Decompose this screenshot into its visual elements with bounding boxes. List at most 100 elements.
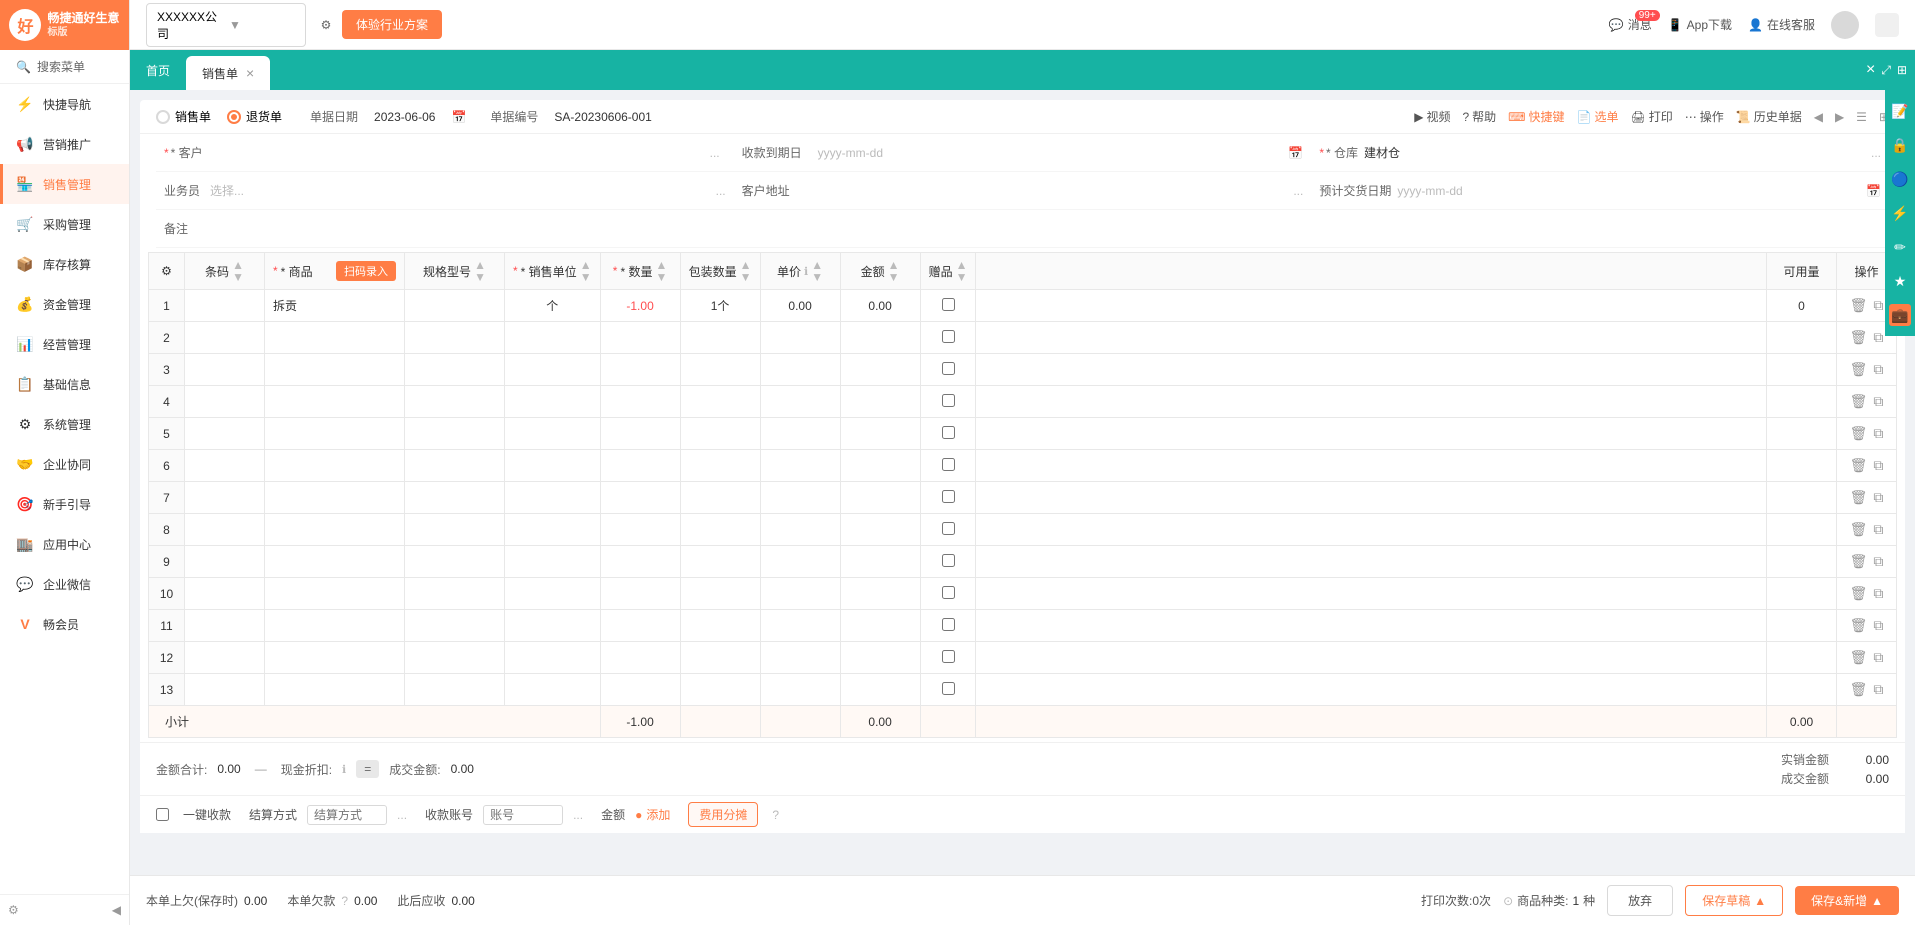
tab-sales-order[interactable]: 销售单 × (186, 56, 270, 90)
row-gift[interactable] (920, 674, 976, 706)
right-panel-icon-2[interactable]: 🔒 (1889, 134, 1911, 156)
row-qty[interactable] (600, 450, 680, 482)
tab-home[interactable]: 首页 (130, 50, 186, 90)
row-spec[interactable] (405, 386, 505, 418)
row-barcode[interactable] (185, 418, 265, 450)
notification-btn[interactable]: 💬 消息 99+ (1609, 16, 1652, 33)
row-qty[interactable] (600, 674, 680, 706)
row-gift[interactable] (920, 642, 976, 674)
customer-dots[interactable]: ... (710, 146, 720, 160)
copy-row-icon[interactable]: ⧉ (1873, 617, 1883, 634)
salesperson-field[interactable]: 业务员 选择... ... (156, 172, 734, 210)
row-barcode[interactable] (185, 642, 265, 674)
row-price[interactable] (760, 514, 840, 546)
toolbar-shortcut[interactable]: ⌨ 快捷键 (1508, 108, 1564, 125)
sidebar-item-quick-nav[interactable]: ⚡ 快捷导航 (0, 84, 129, 124)
row-spec[interactable] (405, 546, 505, 578)
delete-row-icon[interactable]: 🗑 (1850, 489, 1868, 506)
gift-checkbox[interactable] (942, 298, 955, 311)
save-draft-btn[interactable]: 保存草稿 ▲ (1685, 885, 1783, 916)
row-qty[interactable] (600, 354, 680, 386)
try-industry-btn[interactable]: 体验行业方案 (342, 10, 442, 39)
row-barcode[interactable] (185, 578, 265, 610)
toolbar-video[interactable]: ▶ 视频 (1414, 108, 1450, 125)
row-gift[interactable] (920, 546, 976, 578)
right-panel-icon-4[interactable]: ⚡ (1889, 202, 1911, 224)
copy-row-icon[interactable]: ⧉ (1873, 457, 1883, 474)
sidebar-item-basic[interactable]: 📋 基础信息 (0, 364, 129, 404)
delete-row-icon[interactable]: 🗑 (1850, 361, 1868, 378)
row-spec[interactable] (405, 322, 505, 354)
row-barcode[interactable] (185, 386, 265, 418)
gift-checkbox[interactable] (942, 682, 955, 695)
row-gift[interactable] (920, 610, 976, 642)
online-service-btn[interactable]: 👤 在线客服 (1748, 16, 1815, 33)
gift-checkbox[interactable] (942, 618, 955, 631)
copy-row-icon[interactable]: ⧉ (1873, 585, 1883, 602)
sidebar-item-finance[interactable]: 💰 资金管理 (0, 284, 129, 324)
sidebar-item-inventory[interactable]: 📦 库存核算 (0, 244, 129, 284)
row-product[interactable] (265, 386, 405, 418)
nav-next-icon[interactable]: ▶ (1835, 110, 1844, 124)
delivery-date-field[interactable]: 预计交货日期 yyyy-mm-dd 📅 (1311, 172, 1889, 210)
copy-row-icon[interactable]: ⧉ (1873, 297, 1883, 314)
row-amount[interactable] (840, 514, 920, 546)
row-qty[interactable] (600, 482, 680, 514)
gift-checkbox[interactable] (942, 394, 955, 407)
row-price[interactable]: 0.00 (760, 290, 840, 322)
user-avatar[interactable] (1831, 11, 1859, 39)
delete-row-icon[interactable]: 🗑 (1850, 617, 1868, 634)
row-unit[interactable] (505, 482, 601, 514)
delete-row-icon[interactable]: 🗑 (1850, 681, 1868, 698)
customer-address-field[interactable]: 客户地址 ... (734, 172, 1312, 210)
delete-row-icon[interactable]: 🗑 (1850, 553, 1868, 570)
row-unit[interactable] (505, 642, 601, 674)
sidebar-item-operation[interactable]: 📊 经营管理 (0, 324, 129, 364)
copy-row-icon[interactable]: ⧉ (1873, 361, 1883, 378)
row-pack-qty[interactable] (680, 546, 760, 578)
row-unit[interactable] (505, 322, 601, 354)
row-qty[interactable] (600, 386, 680, 418)
header-gear-icon[interactable]: ⚙ (316, 15, 336, 35)
row-qty[interactable] (600, 514, 680, 546)
row-barcode[interactable] (185, 674, 265, 706)
add-payment-btn[interactable]: ● 添加 (635, 806, 670, 823)
right-panel-icon-3[interactable]: 🔵 (1889, 168, 1911, 190)
address-dots[interactable]: ... (1293, 184, 1303, 198)
cash-discount-info-icon[interactable]: ℹ (342, 763, 346, 776)
delivery-calendar-icon[interactable]: 📅 (1866, 184, 1881, 198)
row-amount[interactable] (840, 418, 920, 450)
row-pack-qty[interactable] (680, 514, 760, 546)
row-amount[interactable] (840, 322, 920, 354)
delete-row-icon[interactable]: 🗑 (1850, 585, 1868, 602)
date-picker-icon[interactable]: 📅 (451, 110, 466, 124)
row-pack-qty[interactable] (680, 578, 760, 610)
row-gift[interactable] (920, 450, 976, 482)
sidebar-item-marketing[interactable]: 📢 营销推广 (0, 124, 129, 164)
row-amount[interactable] (840, 546, 920, 578)
row-amount[interactable] (840, 450, 920, 482)
row-product[interactable]: 拆贡 (265, 290, 405, 322)
row-spec[interactable] (405, 450, 505, 482)
row-price[interactable] (760, 322, 840, 354)
row-unit[interactable] (505, 578, 601, 610)
salesperson-dots[interactable]: ... (716, 184, 726, 198)
row-barcode[interactable] (185, 322, 265, 354)
payment-date-field[interactable]: 收款到期日 yyyy-mm-dd 📅 (734, 134, 1312, 172)
row-spec[interactable] (405, 482, 505, 514)
th-settings[interactable]: ⚙ (149, 253, 185, 290)
gift-checkbox[interactable] (942, 458, 955, 471)
grid-view-icon[interactable]: ⊞ (1897, 63, 1907, 77)
row-spec[interactable] (405, 610, 505, 642)
row-price[interactable] (760, 450, 840, 482)
toolbar-select[interactable]: 📄 选单 (1577, 108, 1619, 125)
col-settings-icon[interactable]: ⚙ (161, 264, 172, 278)
company-selector[interactable]: XXXXXX公司 ▼ (146, 3, 306, 47)
row-product[interactable] (265, 674, 405, 706)
row-unit[interactable] (505, 418, 601, 450)
row-product[interactable] (265, 450, 405, 482)
delete-row-icon[interactable]: 🗑 (1850, 329, 1868, 346)
row-price[interactable] (760, 354, 840, 386)
row-price[interactable] (760, 386, 840, 418)
one-click-payment-checkbox[interactable] (156, 808, 169, 821)
